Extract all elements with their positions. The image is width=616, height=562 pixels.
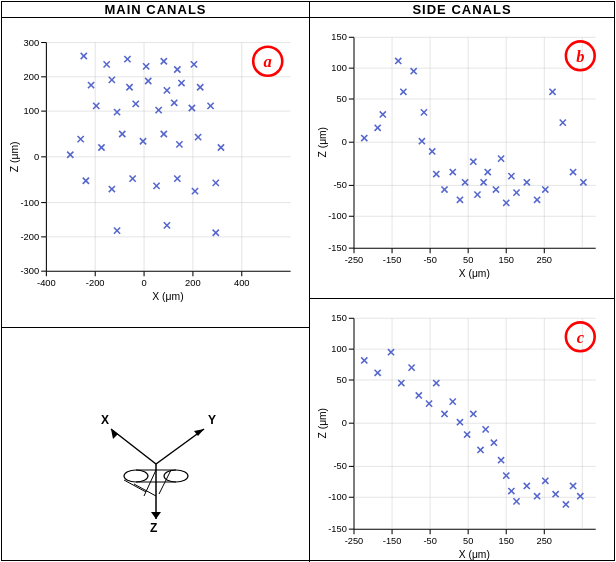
plot-c: 150 100 50 0 -50 -100 -150 -250 bbox=[318, 307, 606, 562]
svg-text:-100: -100 bbox=[20, 198, 39, 208]
svg-text:-250: -250 bbox=[345, 255, 364, 265]
svg-text:100: 100 bbox=[331, 345, 346, 355]
svg-text:150: 150 bbox=[331, 314, 346, 324]
left-panel: 300 200 100 0 -100 -200 -300 -400 bbox=[2, 18, 310, 562]
svg-text:-50: -50 bbox=[333, 462, 346, 472]
svg-text:-100: -100 bbox=[328, 493, 347, 503]
plot-b: 150 100 50 0 -50 -100 -150 -250 bbox=[318, 26, 606, 290]
svg-text:150: 150 bbox=[331, 32, 346, 42]
svg-text:0: 0 bbox=[34, 152, 39, 162]
main-canals-title: MAIN CANALS bbox=[2, 2, 310, 17]
svg-text:Z (μm): Z (μm) bbox=[318, 408, 328, 438]
svg-text:100: 100 bbox=[331, 63, 346, 73]
svg-text:100: 100 bbox=[24, 106, 40, 116]
svg-text:-150: -150 bbox=[328, 525, 347, 535]
svg-text:-150: -150 bbox=[328, 243, 347, 253]
svg-text:250: 250 bbox=[537, 536, 552, 546]
svg-text:50: 50 bbox=[463, 255, 473, 265]
svg-text:200: 200 bbox=[185, 278, 201, 288]
svg-marker-121 bbox=[111, 429, 118, 439]
svg-text:-50: -50 bbox=[423, 255, 436, 265]
xyz-diagram: X Y Z bbox=[2, 327, 309, 562]
svg-text:-400: -400 bbox=[37, 278, 56, 288]
svg-text:50: 50 bbox=[337, 375, 347, 385]
svg-text:-100: -100 bbox=[328, 211, 347, 221]
xyz-axes-diagram: X Y Z bbox=[56, 374, 256, 534]
svg-text:X (μm): X (μm) bbox=[459, 268, 490, 279]
svg-text:-300: -300 bbox=[20, 266, 39, 276]
svg-text:X (μm): X (μm) bbox=[459, 549, 490, 560]
svg-text:-50: -50 bbox=[423, 536, 436, 546]
svg-text:50: 50 bbox=[463, 536, 473, 546]
plot-a: 300 200 100 0 -100 -200 -300 -400 bbox=[10, 26, 301, 319]
plot-b-container: 150 100 50 0 -50 -100 -150 -250 bbox=[310, 18, 614, 298]
svg-text:c: c bbox=[577, 328, 585, 347]
svg-line-135 bbox=[144, 470, 156, 496]
svg-text:Z: Z bbox=[150, 521, 157, 534]
svg-text:-50: -50 bbox=[333, 180, 346, 190]
right-panel: 150 100 50 0 -50 -100 -150 -250 bbox=[310, 18, 614, 562]
svg-text:-250: -250 bbox=[345, 536, 364, 546]
svg-text:b: b bbox=[576, 47, 584, 66]
svg-text:0: 0 bbox=[141, 278, 146, 288]
svg-text:300: 300 bbox=[24, 38, 40, 48]
svg-text:200: 200 bbox=[24, 72, 40, 82]
svg-text:0: 0 bbox=[342, 137, 347, 147]
plot-a-container: 300 200 100 0 -100 -200 -300 -400 bbox=[2, 18, 309, 327]
svg-text:-200: -200 bbox=[20, 232, 39, 242]
svg-point-129 bbox=[124, 470, 148, 482]
svg-text:250: 250 bbox=[537, 255, 552, 265]
header-row: MAIN CANALS SIDE CANALS bbox=[2, 2, 614, 18]
svg-text:400: 400 bbox=[234, 278, 250, 288]
svg-text:150: 150 bbox=[499, 536, 514, 546]
svg-text:-150: -150 bbox=[383, 536, 402, 546]
plot-c-container: 150 100 50 0 -50 -100 -150 -250 bbox=[310, 298, 614, 562]
svg-text:150: 150 bbox=[499, 255, 514, 265]
content-row: 300 200 100 0 -100 -200 -300 -400 bbox=[2, 18, 614, 562]
main-container: MAIN CANALS SIDE CANALS bbox=[1, 1, 615, 561]
svg-text:-150: -150 bbox=[383, 255, 402, 265]
svg-text:a: a bbox=[264, 52, 272, 71]
svg-text:0: 0 bbox=[342, 419, 347, 429]
svg-text:-200: -200 bbox=[86, 278, 105, 288]
svg-text:Z (μm): Z (μm) bbox=[318, 127, 328, 157]
side-canals-title: SIDE CANALS bbox=[310, 2, 614, 17]
svg-marker-127 bbox=[151, 512, 161, 519]
svg-text:Z (μm): Z (μm) bbox=[10, 141, 20, 172]
svg-text:50: 50 bbox=[337, 94, 347, 104]
svg-text:Y: Y bbox=[208, 413, 216, 427]
svg-text:X: X bbox=[101, 413, 109, 427]
svg-text:X (μm): X (μm) bbox=[152, 291, 183, 302]
